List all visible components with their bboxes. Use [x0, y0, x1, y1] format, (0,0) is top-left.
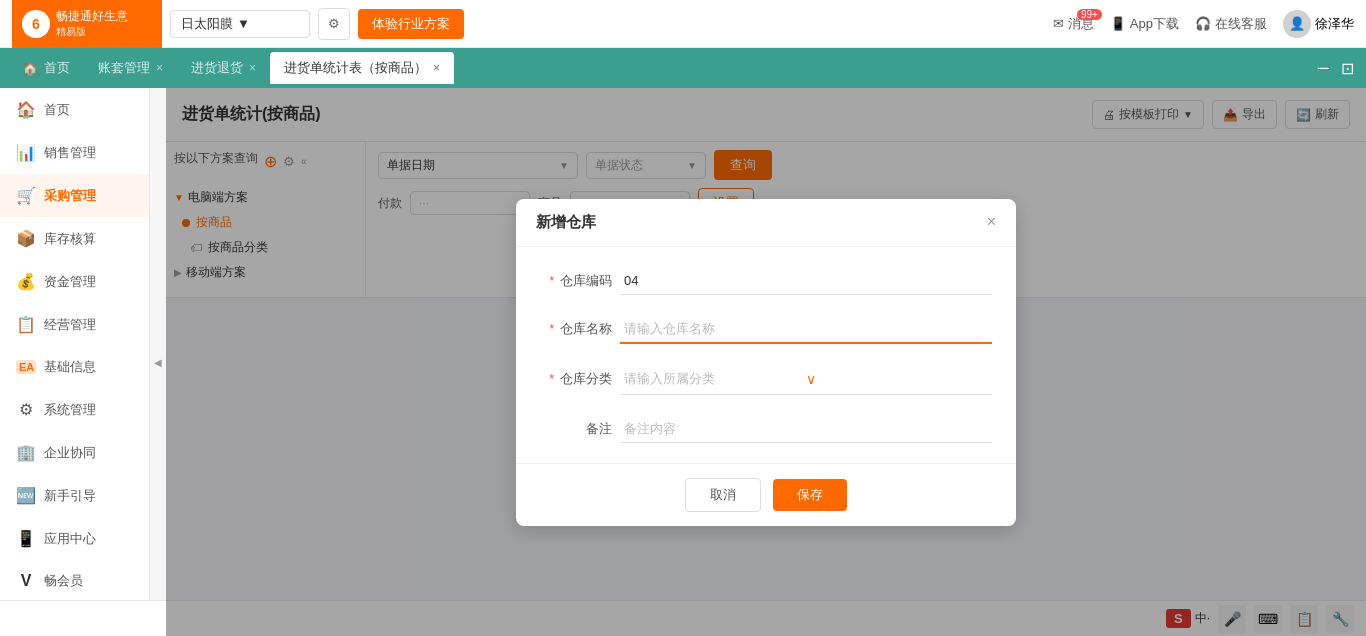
- tab-home[interactable]: 🏠 首页: [8, 52, 84, 84]
- category-label: * 仓库分类: [540, 370, 620, 388]
- required-mark: *: [549, 371, 554, 386]
- tab-close-stock-return[interactable]: ×: [249, 61, 256, 75]
- warehouse-category-row: * 仓库分类 请输入所属分类 ∨: [540, 364, 992, 395]
- modal-overlay: 新增仓库 × * 仓库编码 *: [166, 88, 1366, 636]
- online-service-button[interactable]: 🎧 在线客服: [1195, 15, 1267, 33]
- tab-maximize-button[interactable]: ⊡: [1337, 57, 1358, 80]
- vip-icon: V: [16, 572, 36, 590]
- sidebar-item-vip[interactable]: V 畅会员: [0, 560, 149, 602]
- tab-stock-stat[interactable]: 进货单统计表（按商品） ×: [270, 52, 454, 84]
- content-area: 进货单统计(按商品) 🖨 按模板打印 ▼ 📤 导出 🔄 刷新: [166, 88, 1366, 636]
- sales-icon: 📊: [16, 143, 36, 162]
- sidebar-item-home[interactable]: 🏠 首页: [0, 88, 149, 131]
- purchase-icon: 🛒: [16, 186, 36, 205]
- home-icon: 🏠: [16, 100, 36, 119]
- app-center-icon: 📱: [16, 529, 36, 548]
- avatar-icon: 👤: [1289, 16, 1305, 31]
- sidebar-item-purchase[interactable]: 🛒 采购管理: [0, 174, 149, 217]
- trial-button[interactable]: 体验行业方案: [358, 9, 464, 39]
- tab-stock-return[interactable]: 进货退货 ×: [177, 52, 270, 84]
- logo-text: 畅捷通好生意 精易版: [56, 9, 128, 38]
- sidebar-item-inventory[interactable]: 📦 库存核算: [0, 217, 149, 260]
- required-mark: *: [549, 321, 554, 336]
- new-warehouse-modal: 新增仓库 × * 仓库编码 *: [516, 199, 1016, 526]
- system-icon: ⚙: [16, 400, 36, 419]
- modal-close-button[interactable]: ×: [987, 213, 996, 231]
- sidebar-item-corp[interactable]: 🏢 企业协同: [0, 431, 149, 474]
- warehouse-name-row: * 仓库名称: [540, 315, 992, 344]
- name-label: * 仓库名称: [540, 320, 620, 338]
- sidebar-item-app-center[interactable]: 📱 应用中心: [0, 517, 149, 560]
- chevron-down-icon: ▼: [237, 16, 250, 31]
- collapse-icon: ◀: [154, 357, 162, 368]
- gear-icon: ⚙: [328, 16, 340, 31]
- sidebar-item-system[interactable]: ⚙ 系统管理: [0, 388, 149, 431]
- sidebar-item-operation[interactable]: 📋 经营管理: [0, 303, 149, 346]
- tab-controls: ─ ⊡: [1314, 57, 1358, 80]
- sidebar-item-base-info[interactable]: EA 基础信息: [0, 346, 149, 388]
- corp-icon: 🏢: [16, 443, 36, 462]
- remark-label: 备注: [540, 420, 620, 438]
- header-right: ✉ 消息 99+ 📱 App下载 🎧 在线客服 👤 徐泽华: [1053, 10, 1354, 38]
- sidebar-item-finance[interactable]: 💰 资金管理: [0, 260, 149, 303]
- modal-body: * 仓库编码 * 仓库名称: [516, 247, 1016, 463]
- home-icon: 🏠: [22, 61, 38, 76]
- sidebar-item-sales[interactable]: 📊 销售管理: [0, 131, 149, 174]
- tab-close-stock-stat[interactable]: ×: [433, 61, 440, 75]
- guide-icon: 🆕: [16, 486, 36, 505]
- avatar: 👤: [1283, 10, 1311, 38]
- cancel-button[interactable]: 取消: [685, 478, 761, 512]
- sidebar: 🏠 首页 📊 销售管理 🛒 采购管理 📦 库存核算 💰 资金管理 📋 经营管理 …: [0, 88, 150, 636]
- tab-bar: 🏠 首页 账套管理 × 进货退货 × 进货单统计表（按商品） × ─ ⊡: [0, 48, 1366, 88]
- tab-account[interactable]: 账套管理 ×: [84, 52, 177, 84]
- warehouse-remark-input[interactable]: [620, 415, 992, 443]
- message-icon: ✉: [1053, 16, 1064, 31]
- message-button[interactable]: ✉ 消息 99+: [1053, 15, 1094, 33]
- warehouse-category-select[interactable]: 请输入所属分类 ∨: [620, 364, 992, 395]
- tab-close-account[interactable]: ×: [156, 61, 163, 75]
- sidebar-item-guide[interactable]: 🆕 新手引导: [0, 474, 149, 517]
- code-label: * 仓库编码: [540, 272, 620, 290]
- store-selector[interactable]: 日太阳膜 ▼: [170, 10, 310, 38]
- gear-button[interactable]: ⚙: [318, 8, 350, 40]
- sidebar-collapse-button[interactable]: ◀: [150, 88, 166, 636]
- headset-icon: 🎧: [1195, 16, 1211, 31]
- finance-icon: 💰: [16, 272, 36, 291]
- base-info-icon: EA: [16, 360, 36, 374]
- message-badge: 99+: [1077, 9, 1102, 20]
- warehouse-name-input[interactable]: [620, 315, 992, 344]
- save-button[interactable]: 保存: [773, 479, 847, 511]
- user-menu[interactable]: 👤 徐泽华: [1283, 10, 1354, 38]
- logo-icon: 6: [22, 10, 50, 38]
- category-arrow-icon: ∨: [806, 371, 988, 387]
- modal-footer: 取消 保存: [516, 463, 1016, 526]
- tab-minimize-button[interactable]: ─: [1314, 57, 1333, 80]
- logo-area: 6 畅捷通好生意 精易版: [12, 0, 162, 48]
- modal-header: 新增仓库 ×: [516, 199, 1016, 247]
- app-download-button[interactable]: 📱 App下载: [1110, 15, 1179, 33]
- top-header: 6 畅捷通好生意 精易版 日太阳膜 ▼ ⚙ 体验行业方案 ✉ 消息 99+ 📱 …: [0, 0, 1366, 48]
- modal-title: 新增仓库: [536, 213, 596, 232]
- inventory-icon: 📦: [16, 229, 36, 248]
- warehouse-remark-row: 备注: [540, 415, 992, 443]
- warehouse-code-input[interactable]: [620, 267, 992, 295]
- required-mark: *: [549, 273, 554, 288]
- warehouse-code-row: * 仓库编码: [540, 267, 992, 295]
- operation-icon: 📋: [16, 315, 36, 334]
- download-icon: 📱: [1110, 16, 1126, 31]
- main-layout: 🏠 首页 📊 销售管理 🛒 采购管理 📦 库存核算 💰 资金管理 📋 经营管理 …: [0, 88, 1366, 636]
